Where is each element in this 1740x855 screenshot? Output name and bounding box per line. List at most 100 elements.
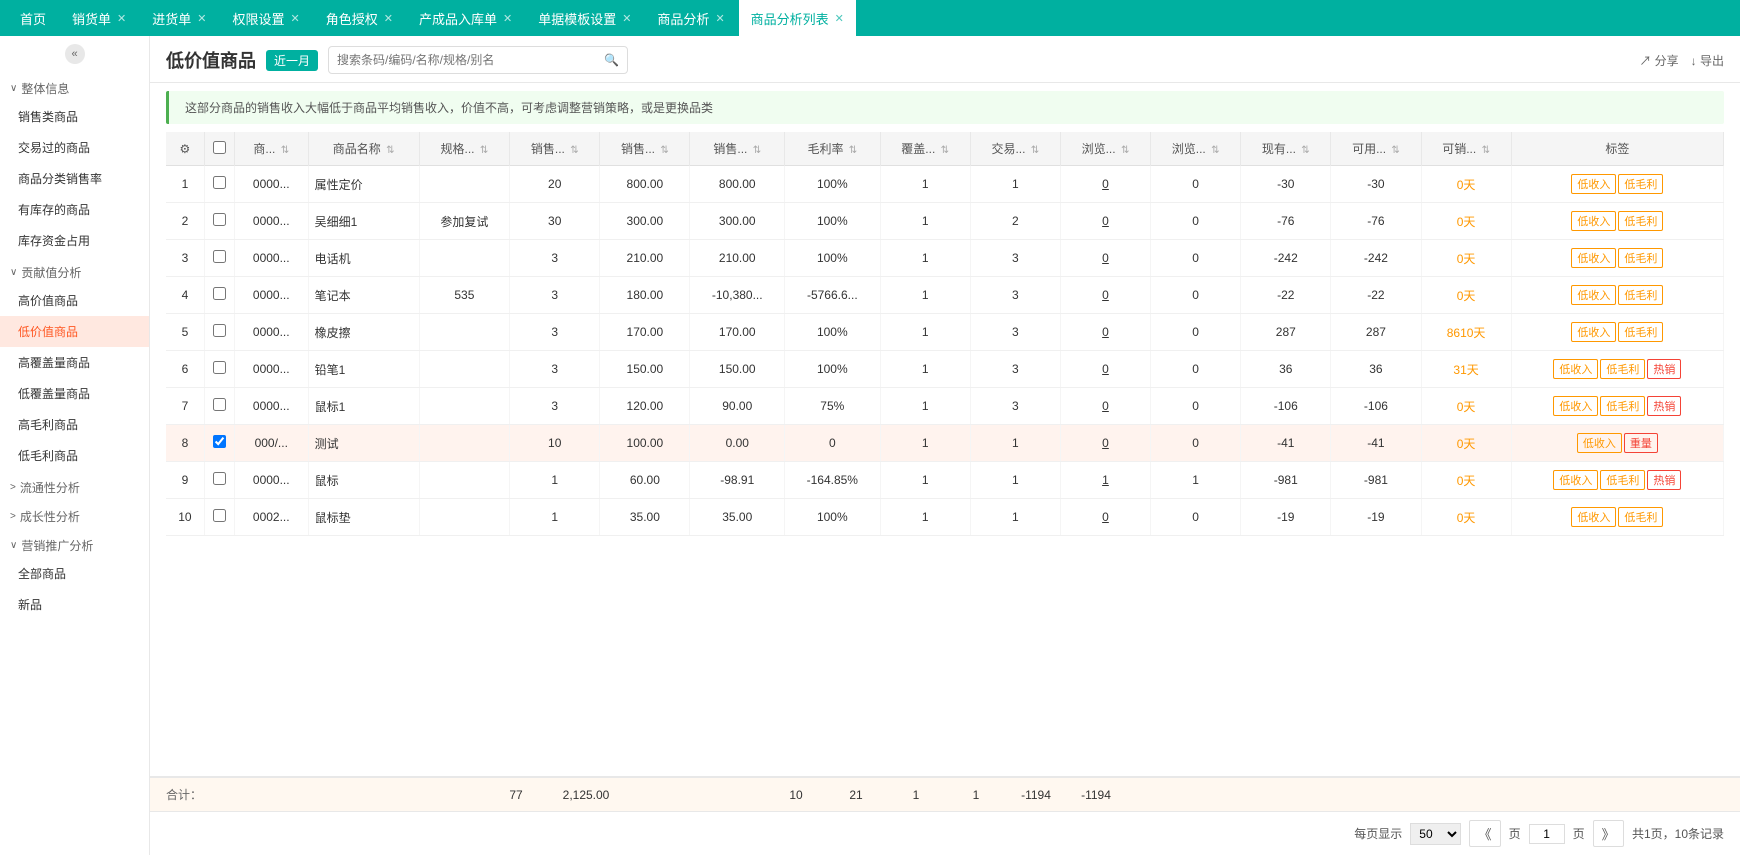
sidebar-group-贡献值分析[interactable]: ∨贡献值分析 [0, 256, 149, 285]
select-all-checkbox[interactable] [213, 141, 226, 154]
sidebar-item-低毛利商品[interactable]: 低毛利商品 [0, 440, 149, 471]
row-checkbox[interactable] [204, 166, 234, 203]
row-checkbox[interactable] [204, 462, 234, 499]
row-sales-amount: 210.00 [690, 240, 785, 277]
nav-close-销货单[interactable]: ✕ [117, 12, 126, 25]
row-views1[interactable]: 0 [1060, 425, 1150, 462]
row-sales-price: 100.00 [600, 425, 690, 462]
page-input[interactable] [1529, 824, 1565, 844]
search-box: 🔍 [328, 46, 628, 74]
sidebar-item-销售类商品[interactable]: 销售类商品 [0, 101, 149, 132]
col-available[interactable]: 可用... ⇅ [1331, 132, 1421, 166]
tag-低毛利: 低毛利 [1618, 174, 1663, 194]
sidebar-item-有库存的商品[interactable]: 有库存的商品 [0, 194, 149, 225]
nav-close-产成品入库单[interactable]: ✕ [503, 12, 512, 25]
sidebar-item-高覆盖量商品[interactable]: 高覆盖量商品 [0, 347, 149, 378]
search-icon[interactable]: 🔍 [604, 53, 619, 67]
row-checkbox[interactable] [204, 240, 234, 277]
sidebar-item-全部商品[interactable]: 全部商品 [0, 558, 149, 589]
col-margin[interactable]: 毛利率 ⇅ [785, 132, 881, 166]
tag-低收入: 低收入 [1571, 174, 1616, 194]
next-page-btn[interactable]: 》 [1593, 820, 1624, 847]
row-available: -981 [1331, 462, 1421, 499]
page-suffix: 页 [1573, 825, 1585, 842]
nav-item-销货单[interactable]: 销货单✕ [60, 0, 138, 36]
nav-item-商品分析列表[interactable]: 商品分析列表✕ [739, 0, 856, 36]
row-checkbox[interactable] [204, 425, 234, 462]
total-transactions: 21 [826, 788, 886, 802]
sidebar-item-低覆盖量商品[interactable]: 低覆盖量商品 [0, 378, 149, 409]
nav-item-单据模板设置[interactable]: 单据模板设置✕ [526, 0, 643, 36]
row-views1[interactable]: 0 [1060, 166, 1150, 203]
nav-close-商品分析列表[interactable]: ✕ [835, 12, 844, 25]
row-views1[interactable]: 0 [1060, 277, 1150, 314]
row-views1[interactable]: 1 [1060, 462, 1150, 499]
row-views1[interactable]: 0 [1060, 351, 1150, 388]
row-tags: 低收入低毛利 [1511, 203, 1723, 240]
col-sales-amount[interactable]: 销售... ⇅ [690, 132, 785, 166]
nav-item-产成品入库单[interactable]: 产成品入库单✕ [407, 0, 524, 36]
row-checkbox[interactable] [204, 203, 234, 240]
row-checkbox[interactable] [204, 277, 234, 314]
row-coverage: 1 [880, 314, 970, 351]
nav-item-商品分析[interactable]: 商品分析✕ [645, 0, 736, 36]
nav-close-进货单[interactable]: ✕ [197, 12, 206, 25]
sidebar-item-新品[interactable]: 新品 [0, 589, 149, 620]
row-coverage: 1 [880, 203, 970, 240]
sidebar-group-成长性分析[interactable]: >成长性分析 [0, 500, 149, 529]
nav-close-商品分析[interactable]: ✕ [715, 12, 724, 25]
per-page-select[interactable]: 50 20 100 [1410, 823, 1461, 845]
sidebar-group-营销推广分析[interactable]: ∨营销推广分析 [0, 529, 149, 558]
sidebar-item-商品分类销售率[interactable]: 商品分类销售率 [0, 163, 149, 194]
tag-recent[interactable]: 近一月 [266, 50, 318, 71]
row-coverage: 1 [880, 240, 970, 277]
col-spec[interactable]: 规格... ⇅ [419, 132, 510, 166]
col-transactions[interactable]: 交易... ⇅ [970, 132, 1060, 166]
table-row: 10000...属性定价20800.00800.00100%1100-30-30… [166, 166, 1724, 203]
sidebar-item-高价值商品[interactable]: 高价值商品 [0, 285, 149, 316]
row-views1[interactable]: 0 [1060, 499, 1150, 536]
sidebar-item-交易过的商品[interactable]: 交易过的商品 [0, 132, 149, 163]
nav-item-角色授权[interactable]: 角色授权✕ [314, 0, 405, 36]
row-current-stock: -41 [1241, 425, 1331, 462]
sidebar-item-低价值商品[interactable]: 低价值商品 [0, 316, 149, 347]
col-current-stock[interactable]: 现有... ⇅ [1241, 132, 1331, 166]
sidebar-group-整体信息[interactable]: ∨整体信息 [0, 72, 149, 101]
sidebar-item-库存资金占用[interactable]: 库存资金占用 [0, 225, 149, 256]
col-coverage[interactable]: 覆盖... ⇅ [880, 132, 970, 166]
nav-close-权限设置[interactable]: ✕ [291, 12, 300, 25]
sidebar-item-高毛利商品[interactable]: 高毛利商品 [0, 409, 149, 440]
row-checkbox[interactable] [204, 314, 234, 351]
row-views1[interactable]: 0 [1060, 203, 1150, 240]
col-views2[interactable]: 浏览... ⇅ [1151, 132, 1241, 166]
nav-item-权限设置[interactable]: 权限设置✕ [220, 0, 311, 36]
col-sales-price[interactable]: 销售... ⇅ [600, 132, 690, 166]
row-checkbox[interactable] [204, 351, 234, 388]
nav-item-进货单[interactable]: 进货单✕ [140, 0, 218, 36]
row-views1[interactable]: 0 [1060, 314, 1150, 351]
col-code[interactable]: 商... ⇅ [234, 132, 308, 166]
row-available: -242 [1331, 240, 1421, 277]
first-page-btn[interactable]: 《 [1469, 820, 1500, 847]
nav-close-单据模板设置[interactable]: ✕ [622, 12, 631, 25]
table-footer: 合计： 77 2,125.00 10 21 1 1 -1194 -1194 [150, 776, 1740, 811]
col-views1[interactable]: 浏览... ⇅ [1060, 132, 1150, 166]
nav-item-首页[interactable]: 首页 [8, 0, 58, 36]
col-sales-qty[interactable]: 销售... ⇅ [510, 132, 600, 166]
export-button[interactable]: ↓ 导出 [1691, 52, 1724, 69]
search-input[interactable] [337, 53, 604, 67]
row-views1[interactable]: 0 [1060, 240, 1150, 277]
share-button[interactable]: ↗ 分享 [1639, 52, 1678, 69]
row-checkbox[interactable] [204, 499, 234, 536]
nav-close-角色授权[interactable]: ✕ [384, 12, 393, 25]
row-views1[interactable]: 0 [1060, 388, 1150, 425]
row-checkbox[interactable] [204, 388, 234, 425]
row-views2: 0 [1151, 203, 1241, 240]
col-gear[interactable]: ⚙ [166, 132, 204, 166]
sidebar-collapse-btn[interactable]: « [65, 44, 85, 64]
col-name[interactable]: 商品名称 ⇅ [308, 132, 419, 166]
tag-低毛利: 低毛利 [1600, 359, 1645, 379]
row-views2: 1 [1151, 462, 1241, 499]
sidebar-group-流通性分析[interactable]: >流通性分析 [0, 471, 149, 500]
col-saleable[interactable]: 可销... ⇅ [1421, 132, 1511, 166]
